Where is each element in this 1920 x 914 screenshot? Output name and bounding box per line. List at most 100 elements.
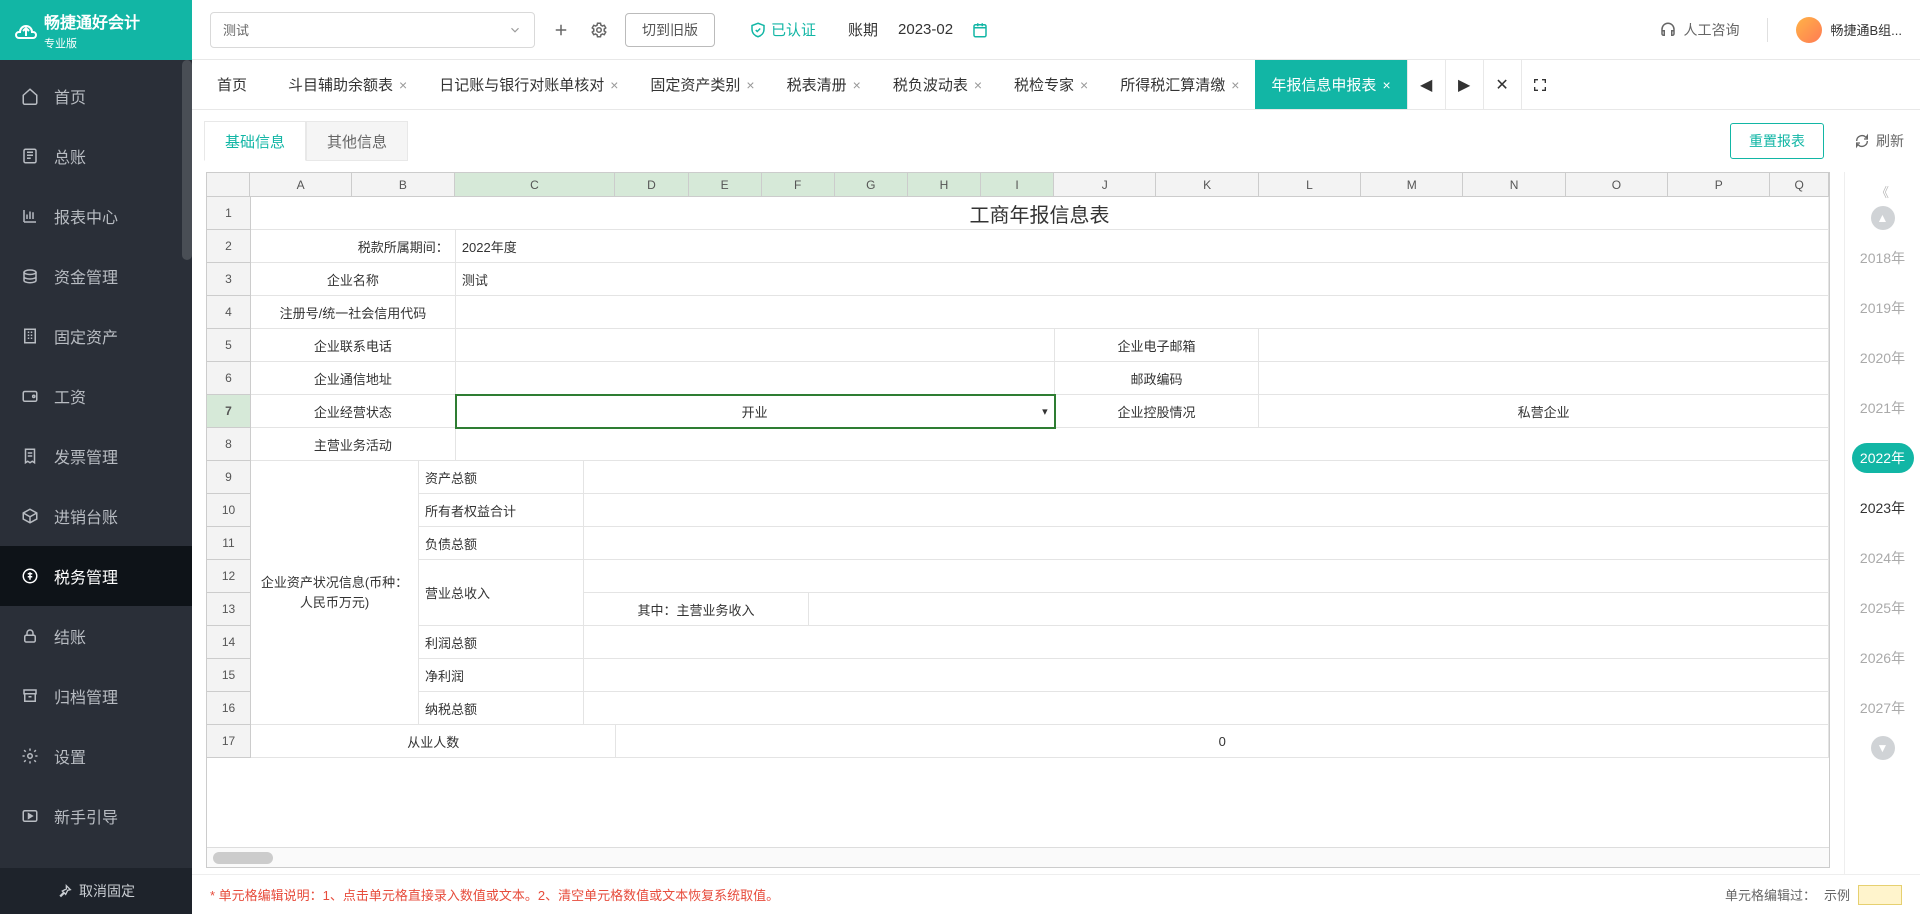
nav-assets[interactable]: 固定资产 <box>0 306 192 366</box>
cell[interactable]: 主营业务活动 <box>251 428 456 461</box>
cell[interactable] <box>584 560 1829 593</box>
row-header[interactable]: 13 <box>207 593 251 626</box>
col-header[interactable]: A <box>250 173 352 196</box>
cell[interactable]: 企业控股情况 <box>1055 395 1260 428</box>
cell[interactable]: 资产总额 <box>419 461 584 494</box>
tabs-next-button[interactable]: ▶ <box>1445 60 1483 109</box>
row-header[interactable]: 4 <box>207 296 251 329</box>
select-all-corner[interactable] <box>207 173 250 196</box>
col-header[interactable]: F <box>762 173 835 196</box>
cell[interactable]: 其中：主营业务收入 <box>584 593 809 626</box>
cell[interactable] <box>456 428 1829 461</box>
active-cell-dropdown[interactable]: 开业 <box>456 395 1055 428</box>
row-header[interactable]: 5 <box>207 329 251 362</box>
switch-old-version-button[interactable]: 切到旧版 <box>625 13 715 47</box>
settings-button[interactable] <box>587 18 611 42</box>
cell[interactable] <box>584 659 1829 692</box>
tabs-fullscreen-button[interactable] <box>1521 60 1559 109</box>
col-header[interactable]: Q <box>1770 173 1829 196</box>
section-label[interactable]: 企业资产状况信息(币种：人民币万元) <box>251 461 419 725</box>
close-icon[interactable]: × <box>399 77 407 93</box>
year-item-active[interactable]: 2022年 <box>1852 443 1914 473</box>
close-icon[interactable]: × <box>974 77 982 93</box>
cell[interactable] <box>584 626 1829 659</box>
org-selector[interactable]: 测试 <box>210 12 535 48</box>
col-header[interactable]: G <box>835 173 908 196</box>
nav-ledger[interactable]: 总账 <box>0 126 192 186</box>
cell[interactable]: 企业经营状态 <box>251 395 456 428</box>
col-header[interactable]: P <box>1668 173 1770 196</box>
cell[interactable] <box>584 494 1829 527</box>
close-icon[interactable]: × <box>610 77 618 93</box>
cell[interactable] <box>456 329 1055 362</box>
year-item[interactable]: 2023年 <box>1845 486 1920 530</box>
row-header[interactable]: 15 <box>207 659 251 692</box>
cell[interactable] <box>584 527 1829 560</box>
cell[interactable]: 私营企业 <box>1259 395 1829 428</box>
row-header[interactable]: 12 <box>207 560 251 593</box>
sidebar-scrollbar[interactable] <box>182 60 192 260</box>
row-header[interactable]: 11 <box>207 527 251 560</box>
row-header[interactable]: 3 <box>207 263 251 296</box>
cell[interactable]: 注册号/统一社会信用代码 <box>251 296 456 329</box>
period-value[interactable]: 2023-02 <box>898 21 953 38</box>
add-button[interactable] <box>549 18 573 42</box>
tab-item-active[interactable]: 年报信息申报表× <box>1255 60 1406 109</box>
tab-item[interactable]: 所得税汇算清缴× <box>1104 60 1255 109</box>
cell[interactable]: 从业人数 <box>251 725 616 758</box>
col-header[interactable]: C <box>455 173 616 196</box>
col-header[interactable]: H <box>908 173 981 196</box>
cell[interactable] <box>584 692 1829 725</box>
col-header[interactable]: K <box>1156 173 1258 196</box>
horizontal-scrollbar[interactable] <box>207 847 1829 867</box>
year-prev-button[interactable]: ▲ <box>1871 206 1895 230</box>
year-item[interactable]: 2021年 <box>1845 386 1920 430</box>
reset-report-button[interactable]: 重置报表 <box>1730 123 1824 159</box>
row-header[interactable]: 6 <box>207 362 251 395</box>
col-header[interactable]: B <box>352 173 454 196</box>
year-item[interactable]: 2025年 <box>1845 586 1920 630</box>
cell[interactable]: 0 <box>616 725 1829 758</box>
tab-item[interactable]: 固定资产类别× <box>634 60 770 109</box>
col-header[interactable]: I <box>981 173 1054 196</box>
nav-invoice[interactable]: 发票管理 <box>0 426 192 486</box>
cell[interactable]: 邮政编码 <box>1055 362 1260 395</box>
row-header[interactable]: 16 <box>207 692 251 725</box>
close-icon[interactable]: × <box>1382 77 1390 93</box>
year-item[interactable]: 2026年 <box>1845 636 1920 680</box>
year-item[interactable]: 2020年 <box>1845 336 1920 380</box>
cell[interactable]: 利润总额 <box>419 626 584 659</box>
col-header[interactable]: D <box>615 173 688 196</box>
row-header[interactable]: 8 <box>207 428 251 461</box>
tab-item[interactable]: 斗目辅助余额表× <box>272 60 423 109</box>
nav-salary[interactable]: 工资 <box>0 366 192 426</box>
cell[interactable] <box>1259 329 1829 362</box>
refresh-button[interactable]: 刷新 <box>1854 131 1904 151</box>
row-header[interactable]: 17 <box>207 725 251 758</box>
cell[interactable] <box>584 461 1829 494</box>
tab-home[interactable]: 首页 <box>192 60 272 109</box>
nav-funds[interactable]: 资金管理 <box>0 246 192 306</box>
cell[interactable]: 所有者权益合计 <box>419 494 584 527</box>
cell[interactable]: 企业电子邮箱 <box>1055 329 1260 362</box>
cell[interactable]: 企业名称 <box>251 263 456 296</box>
tabs-close-button[interactable]: ✕ <box>1483 60 1521 109</box>
cell[interactable] <box>456 362 1055 395</box>
subtab-basic[interactable]: 基础信息 <box>204 121 306 161</box>
nav-home[interactable]: 首页 <box>0 66 192 126</box>
col-header[interactable]: E <box>689 173 762 196</box>
row-header[interactable]: 9 <box>207 461 251 494</box>
col-header[interactable]: J <box>1054 173 1156 196</box>
col-header[interactable]: L <box>1259 173 1361 196</box>
cell[interactable]: 税款所属期间： <box>251 230 456 263</box>
tabs-prev-button[interactable]: ◀ <box>1407 60 1445 109</box>
close-icon[interactable]: × <box>1231 77 1239 93</box>
year-item[interactable]: 2019年 <box>1845 286 1920 330</box>
year-next-button[interactable]: ▼ <box>1871 736 1895 760</box>
col-header[interactable]: O <box>1566 173 1668 196</box>
tab-item[interactable]: 税检专家× <box>998 60 1104 109</box>
cell[interactable]: 纳税总额 <box>419 692 584 725</box>
row-header[interactable]: 2 <box>207 230 251 263</box>
support-button[interactable]: 人工咨询 <box>1659 20 1739 40</box>
cell[interactable]: 2022年度 <box>456 230 1829 263</box>
